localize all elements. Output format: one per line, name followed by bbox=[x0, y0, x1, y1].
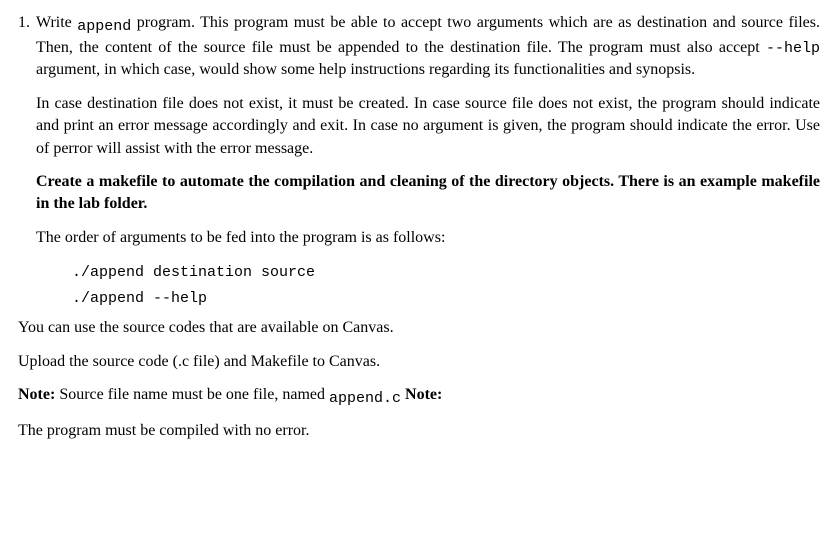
text-segment: argument, in which case, would show some… bbox=[36, 61, 695, 78]
paragraph-upload: Upload the source code (.c file) and Mak… bbox=[16, 351, 820, 373]
code-help-flag: --help bbox=[766, 40, 820, 57]
paragraph-canvas-source: You can use the source codes that are av… bbox=[16, 317, 820, 339]
command-line-2: ./append --help bbox=[72, 286, 820, 312]
note-label: Note: bbox=[18, 386, 55, 403]
command-line-1: ./append destination source bbox=[72, 260, 820, 286]
text-segment: program. This program must be able to ac… bbox=[36, 14, 820, 56]
paragraph-intro: Write append program. This program must … bbox=[36, 12, 820, 82]
paragraph-order-intro: The order of arguments to be fed into th… bbox=[36, 227, 820, 249]
note-label-2: Note: bbox=[405, 386, 442, 403]
text-segment: Source file name must be one file, named bbox=[55, 386, 329, 403]
paragraph-error-cases: In case destination file does not exist,… bbox=[36, 93, 820, 160]
paragraph-makefile: Create a makefile to automate the compil… bbox=[36, 171, 820, 216]
code-append: append bbox=[77, 18, 131, 35]
text-segment: Write bbox=[36, 14, 77, 31]
paragraph-compile-no-error: The program must be compiled with no err… bbox=[16, 420, 820, 442]
list-content: Write append program. This program must … bbox=[36, 12, 820, 317]
code-filename: append.c bbox=[329, 390, 401, 407]
command-block: ./append destination source ./append --h… bbox=[36, 260, 820, 311]
list-number: 1. bbox=[16, 12, 36, 34]
list-item-1: 1. Write append program. This program mu… bbox=[16, 12, 820, 317]
paragraph-note-filename: Note: Source file name must be one file,… bbox=[16, 384, 820, 409]
